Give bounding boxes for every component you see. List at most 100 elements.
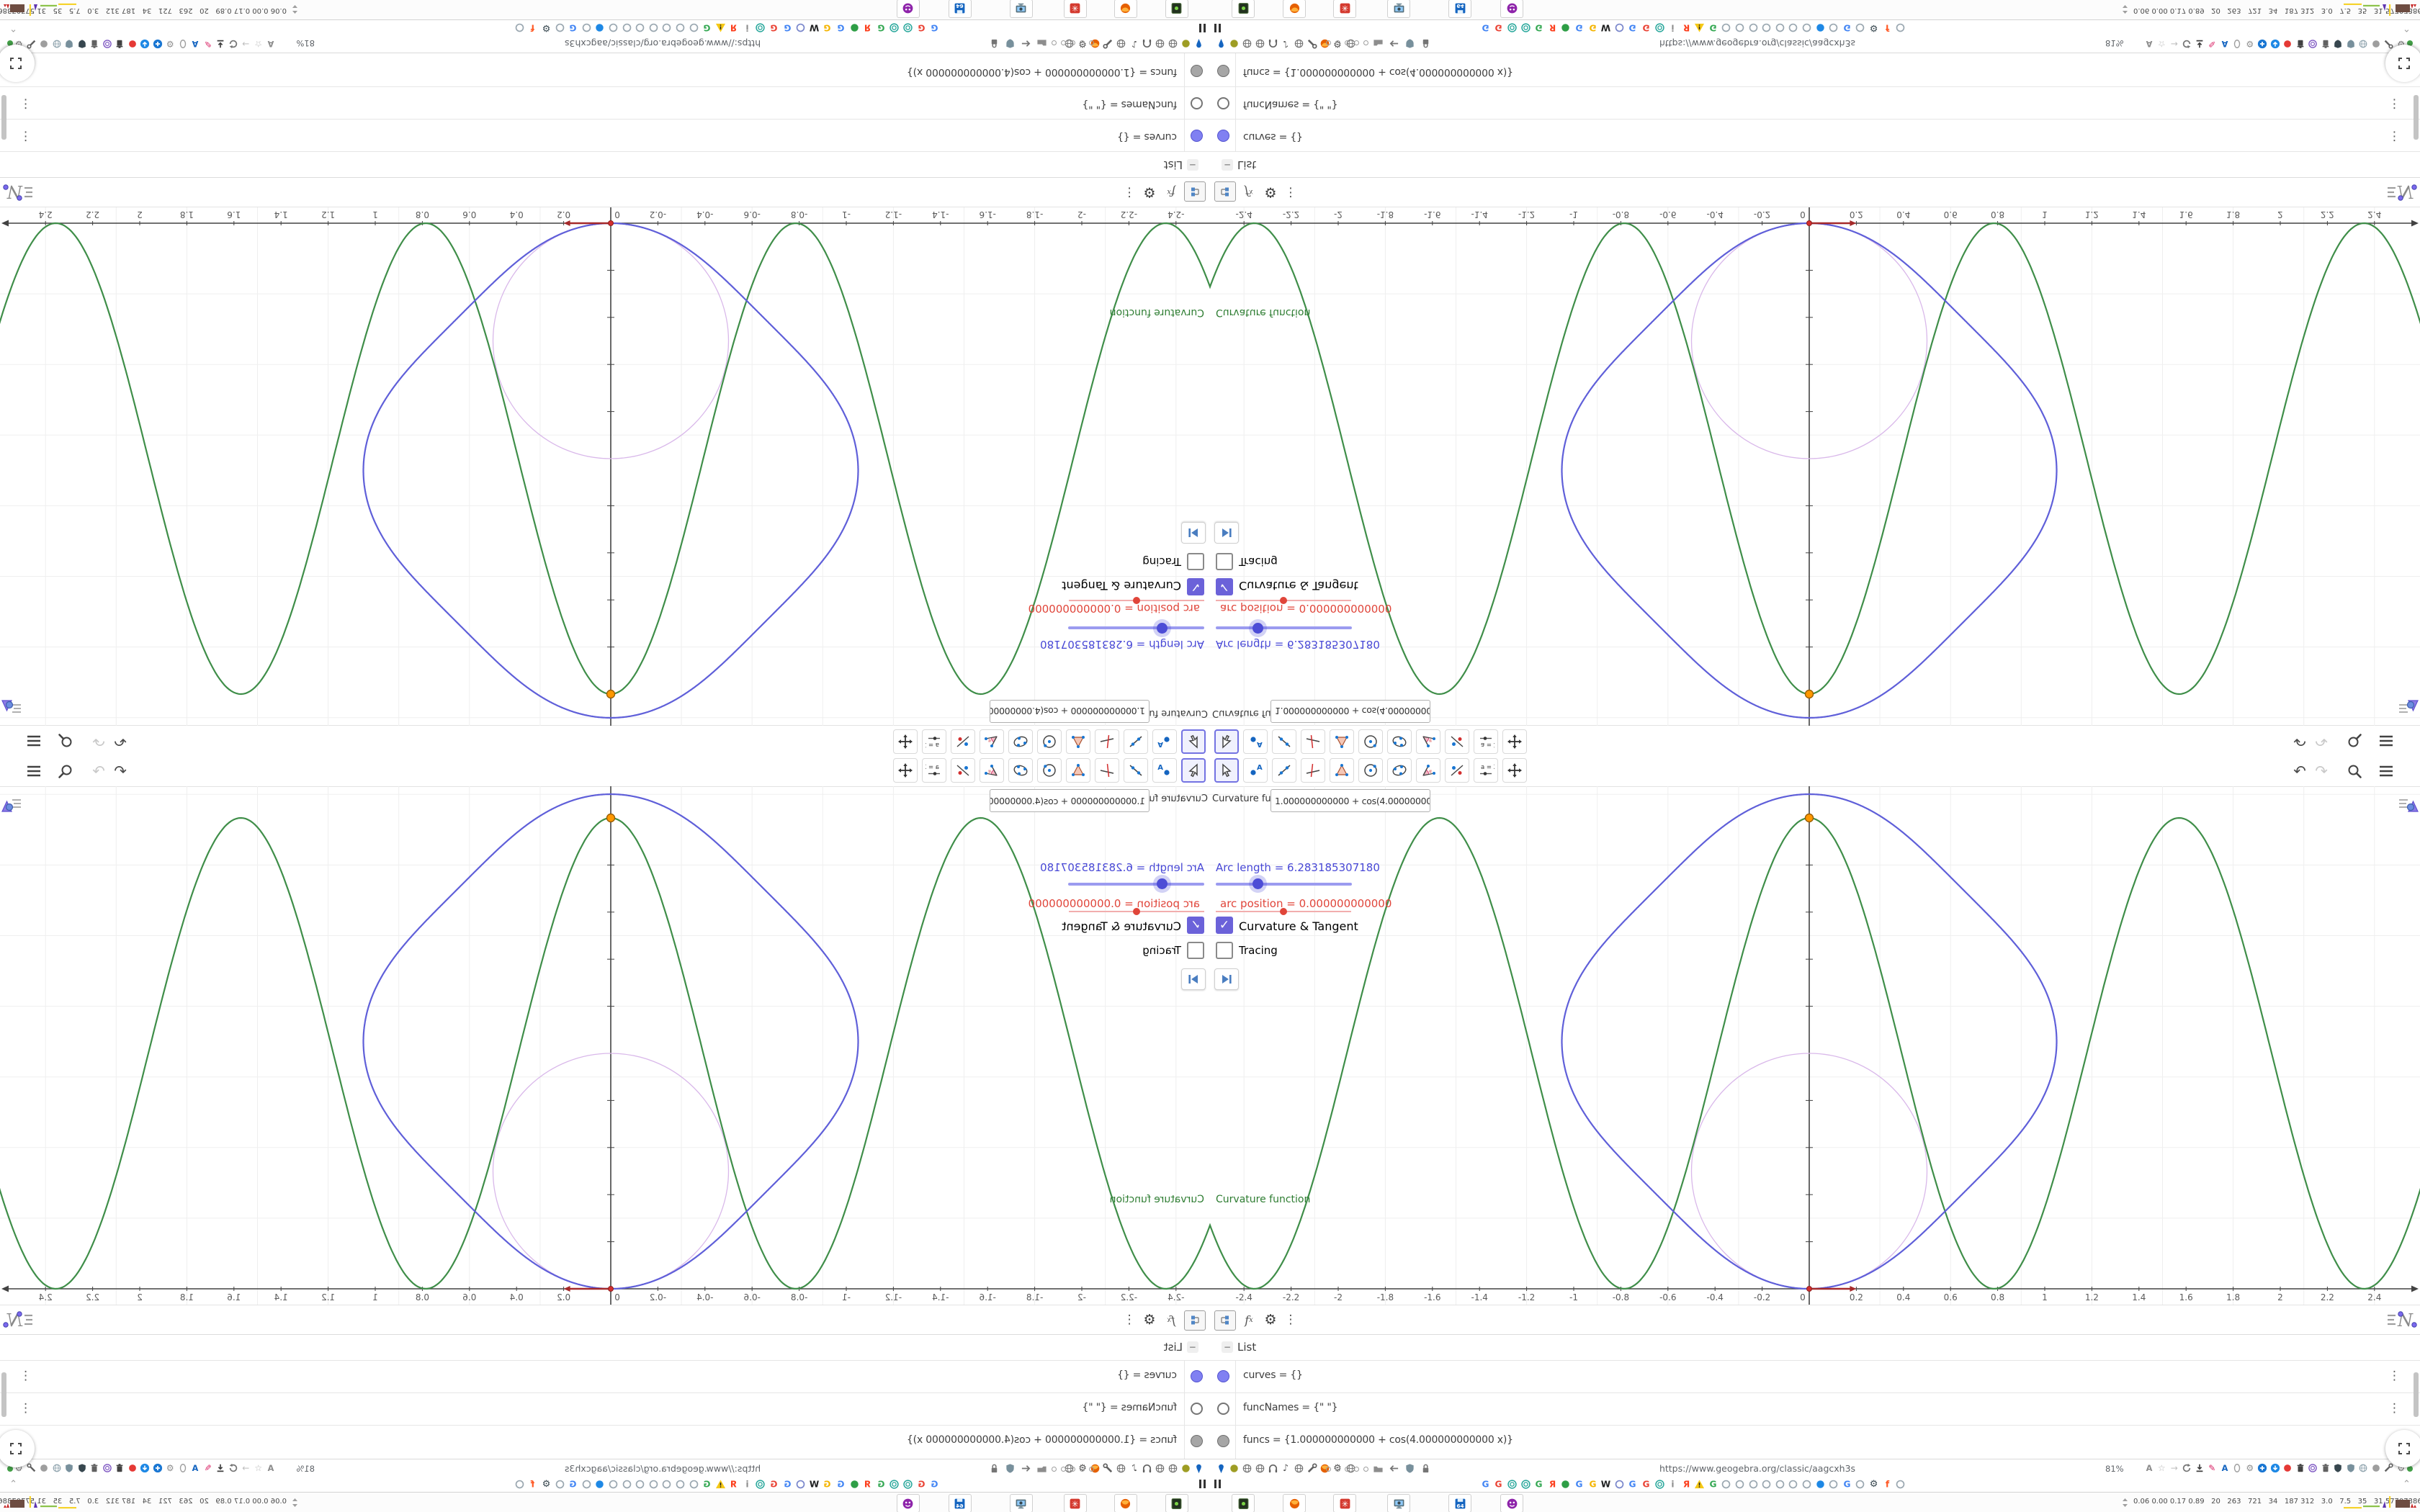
lock-icon[interactable]: [987, 38, 1003, 49]
app-purple-face[interactable]: [1500, 0, 1523, 18]
ellipse-tool[interactable]: [1008, 729, 1033, 754]
ring-favicon[interactable]: [1854, 22, 1868, 33]
collapse-button[interactable]: −: [1222, 1341, 1233, 1353]
url-text[interactable]: https://www.geogebra.org/classic/aagcxh3…: [1613, 1463, 1901, 1474]
ring-favicon[interactable]: [1854, 1479, 1868, 1490]
google-favicon[interactable]: G: [1706, 1479, 1720, 1490]
yandex-favicon[interactable]: Я: [727, 22, 741, 33]
pie-icon[interactable]: [2307, 39, 2320, 49]
wrench-icon[interactable]: [25, 39, 38, 49]
ring-favicon[interactable]: [620, 22, 634, 33]
algebra-row-curves[interactable]: curves = {} ⋮: [1210, 119, 2420, 152]
algebra-row-funcNames[interactable]: funcNames = {" "} ⋮: [0, 1392, 1210, 1426]
line-tool[interactable]: [1124, 758, 1148, 783]
ring-favicon[interactable]: [660, 1479, 674, 1490]
algebra-row-funcNames[interactable]: funcNames = {" "} ⋮: [1210, 1392, 2420, 1426]
start-point[interactable]: [606, 813, 616, 823]
arrow-right-icon[interactable]: →: [240, 39, 253, 49]
function-input[interactable]: 1.000000000000 + cos(4.000000000000 x) ▼: [990, 700, 1150, 723]
start-point[interactable]: [606, 689, 616, 699]
chevron-up-icon[interactable]: ⌃: [9, 1479, 17, 1490]
gray-dot-icon[interactable]: [2370, 39, 2383, 49]
kebab-icon[interactable]: ⋮: [1124, 1310, 1136, 1329]
collapse-button[interactable]: −: [1222, 159, 1233, 171]
curvature-tangent-checkbox[interactable]: ✓: [1216, 578, 1233, 595]
mini-dot-icon[interactable]: [1059, 1466, 1068, 1472]
search-icon[interactable]: [2344, 762, 2365, 780]
spiral-favicon[interactable]: [901, 1479, 915, 1490]
reload-icon[interactable]: [227, 39, 240, 49]
yandex-favicon[interactable]: Я: [1680, 1479, 1693, 1490]
olive-dot-icon[interactable]: [1227, 1463, 1240, 1474]
headset-icon[interactable]: [1266, 38, 1279, 49]
wrench-icon[interactable]: [1102, 38, 1115, 49]
ring-favicon[interactable]: [1733, 1479, 1747, 1490]
ellipse-tool[interactable]: [1387, 758, 1412, 783]
ring-favicon[interactable]: [580, 22, 593, 33]
app-firefox[interactable]: [1114, 0, 1137, 18]
wrench-icon[interactable]: [25, 1463, 38, 1473]
visibility-toggle[interactable]: [1191, 1370, 1203, 1382]
collapse-button[interactable]: −: [1187, 1341, 1198, 1353]
perpendicular-line-tool[interactable]: [1301, 729, 1325, 754]
shield-icon[interactable]: [63, 39, 76, 49]
pin-icon[interactable]: [1214, 1463, 1227, 1474]
visibility-toggle[interactable]: [1191, 1403, 1203, 1415]
note-icon[interactable]: ♪: [1279, 38, 1292, 49]
gear-favicon[interactable]: ⚙: [539, 1479, 553, 1490]
ring-favicon[interactable]: [1787, 1479, 1801, 1490]
kebab-icon[interactable]: ⋮: [1285, 183, 1297, 202]
perpendicular-line-tool[interactable]: [1095, 758, 1119, 783]
ring-favicon[interactable]: [606, 22, 620, 33]
mini-dot-icon[interactable]: [1333, 1466, 1343, 1472]
ring-favicon[interactable]: [633, 22, 647, 33]
move-tool[interactable]: [1181, 729, 1206, 754]
ring-favicon[interactable]: [1773, 22, 1787, 33]
google-favicon[interactable]: G: [821, 22, 835, 33]
mini-dot-icon[interactable]: [1087, 1466, 1096, 1472]
graphics-view[interactable]: -2.4 -2.2 -2 -1.8 -1.6 -1.4 -1.2 -1 -0.8 -0.6 -0.4…: [1210, 207, 2420, 726]
circle-tool[interactable]: [1358, 758, 1383, 783]
menu-icon[interactable]: [23, 762, 45, 780]
folder-icon[interactable]: [1370, 38, 1386, 49]
oval-icon[interactable]: [176, 39, 189, 49]
polygon-tool[interactable]: [1330, 729, 1354, 754]
google-favicon[interactable]: G: [1840, 22, 1854, 33]
ring-favicon[interactable]: [1800, 22, 1814, 33]
ring-favicon[interactable]: [1613, 22, 1626, 33]
arrow-left-icon[interactable]: [1386, 1463, 1402, 1474]
gray-dot-icon[interactable]: [38, 39, 51, 49]
globe-icon[interactable]: [1167, 38, 1180, 49]
move-tool[interactable]: [1214, 729, 1239, 754]
arc-position-point[interactable]: [608, 1286, 614, 1292]
ring-favicon[interactable]: [1747, 22, 1760, 33]
google-favicon[interactable]: G: [1586, 22, 1600, 33]
reflect-tool[interactable]: [951, 729, 975, 754]
arc-length-slider-knob[interactable]: [1157, 623, 1168, 634]
redo-button[interactable]: ↷: [88, 762, 109, 780]
visibility-toggle[interactable]: [1217, 1403, 1229, 1415]
angle-tool[interactable]: α: [980, 758, 1004, 783]
ring-favicon[interactable]: [1773, 1479, 1787, 1490]
ring-favicon[interactable]: [794, 22, 807, 33]
gear-icon[interactable]: ⚙: [1262, 183, 1279, 202]
kebab-icon[interactable]: ⋮: [2388, 96, 2401, 111]
menu-icon[interactable]: [23, 732, 45, 750]
point-tool[interactable]: A: [1152, 758, 1177, 783]
point-tool[interactable]: A: [1243, 758, 1268, 783]
pie-icon[interactable]: [2307, 1463, 2320, 1473]
point-tool[interactable]: A: [1152, 729, 1177, 754]
globe-icon[interactable]: [1253, 38, 1266, 49]
graphics-settings-icon[interactable]: [1, 696, 22, 716]
pin-icon[interactable]: [1214, 38, 1227, 49]
tracing-checkbox[interactable]: [1216, 942, 1233, 959]
ring-favicon[interactable]: [660, 22, 674, 33]
fullscreen-button[interactable]: [2385, 45, 2420, 82]
google-favicon[interactable]: G: [1492, 1479, 1506, 1490]
yandex-favicon[interactable]: Я: [727, 1479, 741, 1490]
translate-icon[interactable]: A: [265, 1463, 278, 1473]
scrollbar[interactable]: [2414, 1372, 2419, 1417]
app-settings-red[interactable]: ✳: [1064, 0, 1087, 18]
algebra-row-curves[interactable]: curves = {} ⋮: [1210, 1360, 2420, 1393]
arc-position-slider-knob[interactable]: [1133, 908, 1140, 915]
